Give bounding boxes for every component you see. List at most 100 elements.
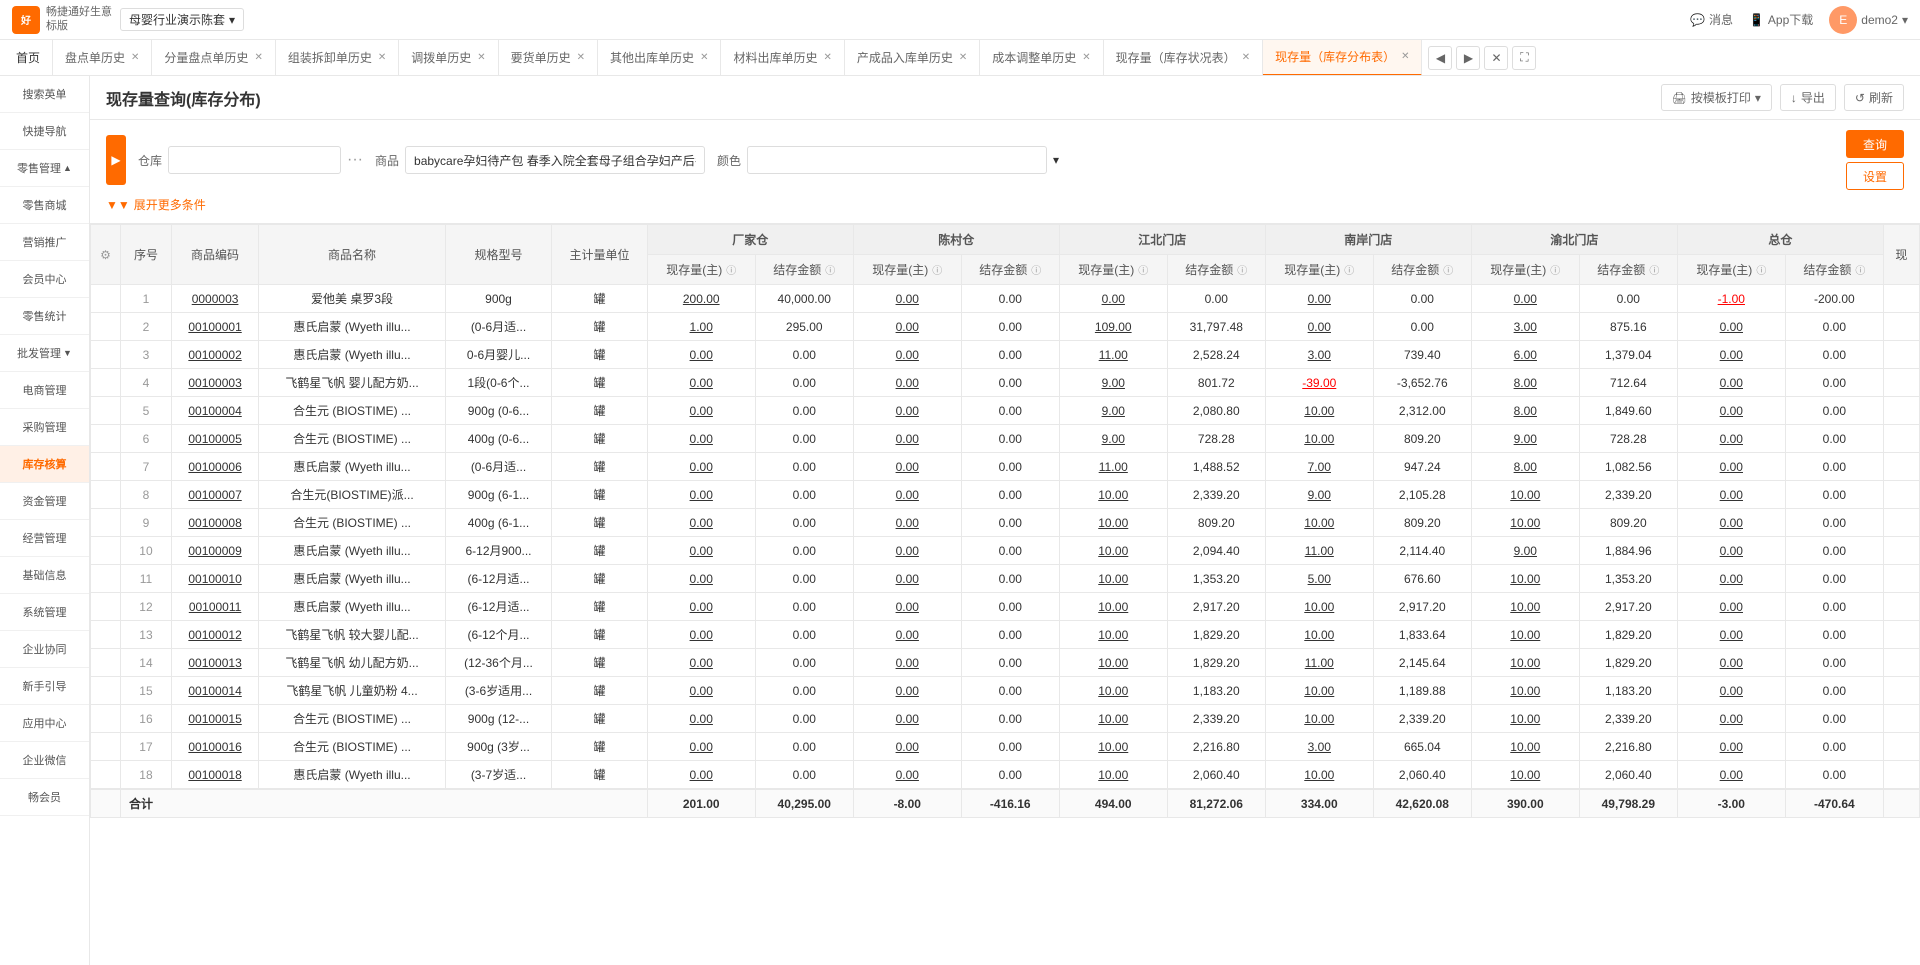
- info-icon[interactable]: ⓘ: [932, 262, 942, 277]
- row-code[interactable]: 00100018: [171, 761, 258, 790]
- sidebar-item-search[interactable]: 搜索英单: [0, 76, 89, 113]
- sidebar-item-retail-stat[interactable]: 零售统计: [0, 298, 89, 335]
- table-container[interactable]: ⚙ 序号 商品编码 商品名称 规格型号 主计量单位 厂家仓 陈村仓 江北门店 南…: [90, 224, 1920, 965]
- tab-disk-history[interactable]: 盘点单历史 ✕: [53, 40, 152, 76]
- row-code[interactable]: 00100014: [171, 677, 258, 705]
- row-chen-qty[interactable]: 0.00: [853, 761, 961, 790]
- tab-close-icon[interactable]: ✕: [131, 52, 139, 63]
- row-total-qty[interactable]: 0.00: [1677, 677, 1785, 705]
- row-factory-qty[interactable]: 0.00: [647, 733, 755, 761]
- row-jiangbei-qty[interactable]: 11.00: [1059, 453, 1167, 481]
- row-yubei-qty[interactable]: 6.00: [1471, 341, 1579, 369]
- row-factory-qty[interactable]: 0.00: [647, 565, 755, 593]
- sidebar-item-wholesale[interactable]: 批发管理 ▼: [0, 335, 89, 372]
- info-icon[interactable]: ⓘ: [825, 262, 835, 277]
- row-factory-qty[interactable]: 0.00: [647, 677, 755, 705]
- export-btn[interactable]: ↓ 导出: [1780, 84, 1836, 111]
- row-factory-qty[interactable]: 0.00: [647, 341, 755, 369]
- row-factory-qty[interactable]: 0.00: [647, 593, 755, 621]
- row-code[interactable]: 00100008: [171, 509, 258, 537]
- tab-close-icon[interactable]: ✕: [577, 52, 585, 63]
- row-chen-qty[interactable]: 0.00: [853, 425, 961, 453]
- row-chen-qty[interactable]: 0.00: [853, 341, 961, 369]
- row-yubei-qty[interactable]: 10.00: [1471, 705, 1579, 733]
- row-nanan-qty[interactable]: 10.00: [1265, 425, 1373, 453]
- row-chen-qty[interactable]: 0.00: [853, 565, 961, 593]
- row-factory-qty[interactable]: 1.00: [647, 313, 755, 341]
- row-factory-qty[interactable]: 0.00: [647, 761, 755, 790]
- row-jiangbei-qty[interactable]: 10.00: [1059, 481, 1167, 509]
- info-icon[interactable]: ⓘ: [1756, 262, 1766, 277]
- row-chen-qty[interactable]: 0.00: [853, 677, 961, 705]
- row-chen-qty[interactable]: 0.00: [853, 621, 961, 649]
- row-code[interactable]: 00100002: [171, 341, 258, 369]
- row-total-qty[interactable]: 0.00: [1677, 593, 1785, 621]
- row-code[interactable]: 00100003: [171, 369, 258, 397]
- row-total-qty[interactable]: 0.00: [1677, 313, 1785, 341]
- info-icon[interactable]: ⓘ: [1443, 262, 1453, 277]
- info-icon[interactable]: ⓘ: [1344, 262, 1354, 277]
- color-dropdown-icon[interactable]: ▾: [1053, 153, 1059, 167]
- row-yubei-qty[interactable]: 9.00: [1471, 425, 1579, 453]
- row-nanan-qty[interactable]: -39.00: [1265, 369, 1373, 397]
- row-jiangbei-qty[interactable]: 109.00: [1059, 313, 1167, 341]
- expand-conditions-btn[interactable]: ▼▼ 展开更多条件: [106, 196, 1904, 213]
- info-icon[interactable]: ⓘ: [726, 262, 736, 277]
- row-jiangbei-qty[interactable]: 10.00: [1059, 593, 1167, 621]
- sidebar-item-retail-mgmt[interactable]: 零售管理 ▲: [0, 150, 89, 187]
- sidebar-item-wechat[interactable]: 企业微信: [0, 742, 89, 779]
- row-jiangbei-qty[interactable]: 10.00: [1059, 677, 1167, 705]
- tab-close-icon[interactable]: ✕: [254, 52, 262, 63]
- tab-next-btn[interactable]: ▶: [1456, 46, 1480, 70]
- sidebar-item-quicknav[interactable]: 快捷导航: [0, 113, 89, 150]
- row-nanan-qty[interactable]: 10.00: [1265, 621, 1373, 649]
- row-total-qty[interactable]: -1.00: [1677, 285, 1785, 313]
- row-jiangbei-qty[interactable]: 0.00: [1059, 285, 1167, 313]
- row-code[interactable]: 00100016: [171, 733, 258, 761]
- row-jiangbei-qty[interactable]: 9.00: [1059, 425, 1167, 453]
- sidebar-item-operations[interactable]: 经营管理: [0, 520, 89, 557]
- query-btn[interactable]: 查询: [1846, 130, 1904, 158]
- tab-close-icon[interactable]: ✕: [1401, 51, 1409, 62]
- tab-close-icon[interactable]: ✕: [959, 52, 967, 63]
- row-nanan-qty[interactable]: 11.00: [1265, 537, 1373, 565]
- tab-group-split[interactable]: 组装拆卸单历史 ✕: [276, 40, 399, 76]
- color-input[interactable]: [747, 146, 1047, 174]
- app-download-btn[interactable]: 📱 App下载: [1749, 11, 1813, 28]
- row-yubei-qty[interactable]: 8.00: [1471, 397, 1579, 425]
- row-chen-qty[interactable]: 0.00: [853, 369, 961, 397]
- info-icon[interactable]: ⓘ: [1237, 262, 1247, 277]
- user-menu[interactable]: E demo2 ▾: [1829, 6, 1908, 34]
- tab-material-out[interactable]: 材料出库单历史 ✕: [721, 40, 844, 76]
- row-jiangbei-qty[interactable]: 9.00: [1059, 397, 1167, 425]
- info-icon[interactable]: ⓘ: [1138, 262, 1148, 277]
- tab-inventory-dist[interactable]: 现存量（库存分布表） ✕: [1263, 40, 1422, 76]
- tab-close-icon[interactable]: ✕: [1082, 52, 1090, 63]
- row-nanan-qty[interactable]: 0.00: [1265, 285, 1373, 313]
- info-icon[interactable]: ⓘ: [1649, 262, 1659, 277]
- row-nanan-qty[interactable]: 3.00: [1265, 341, 1373, 369]
- row-nanan-qty[interactable]: 10.00: [1265, 593, 1373, 621]
- row-jiangbei-qty[interactable]: 10.00: [1059, 565, 1167, 593]
- row-factory-qty[interactable]: 0.00: [647, 453, 755, 481]
- row-chen-qty[interactable]: 0.00: [853, 481, 961, 509]
- row-yubei-qty[interactable]: 0.00: [1471, 285, 1579, 313]
- row-factory-qty[interactable]: 0.00: [647, 537, 755, 565]
- row-nanan-qty[interactable]: 9.00: [1265, 481, 1373, 509]
- settings-icon[interactable]: ⚙: [100, 248, 111, 262]
- print-btn[interactable]: 🖨 按模板打印 ▾: [1661, 84, 1772, 111]
- row-code[interactable]: 00100004: [171, 397, 258, 425]
- row-jiangbei-qty[interactable]: 10.00: [1059, 509, 1167, 537]
- warehouse-dots-icon[interactable]: ···: [347, 151, 363, 169]
- tab-order-history[interactable]: 要货单历史 ✕: [499, 40, 598, 76]
- row-jiangbei-qty[interactable]: 10.00: [1059, 621, 1167, 649]
- tab-expand-btn[interactable]: ⛶: [1512, 46, 1536, 70]
- sidebar-item-newbie[interactable]: 新手引导: [0, 668, 89, 705]
- row-jiangbei-qty[interactable]: 9.00: [1059, 369, 1167, 397]
- row-yubei-qty[interactable]: 10.00: [1471, 677, 1579, 705]
- industry-selector[interactable]: 母婴行业演示陈套 ▾: [120, 8, 244, 31]
- row-chen-qty[interactable]: 0.00: [853, 313, 961, 341]
- row-total-qty[interactable]: 0.00: [1677, 425, 1785, 453]
- row-total-qty[interactable]: 0.00: [1677, 369, 1785, 397]
- row-nanan-qty[interactable]: 0.00: [1265, 313, 1373, 341]
